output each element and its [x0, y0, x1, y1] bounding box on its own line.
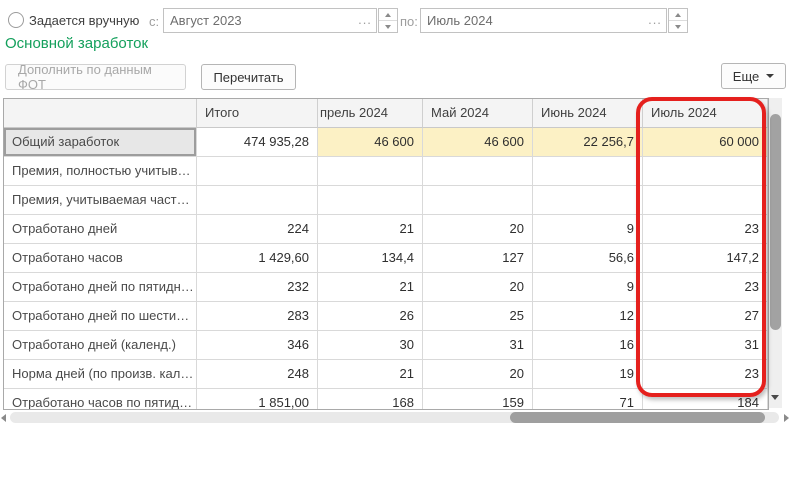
spin-up-icon[interactable] — [379, 9, 397, 21]
row-label[interactable]: Отработано дней (календ.) — [4, 331, 197, 360]
table-cell[interactable] — [423, 186, 533, 215]
period-from-field: ... — [163, 8, 377, 33]
table-cell[interactable]: 248 — [197, 360, 318, 389]
table-cell[interactable]: 127 — [423, 244, 533, 273]
table-cell[interactable]: 46 600 — [318, 128, 423, 157]
table-cell[interactable]: 23 — [643, 215, 768, 244]
table-cell[interactable]: 27 — [643, 302, 768, 331]
table-cell[interactable]: 60 000 — [643, 128, 768, 157]
section-title: Основной заработок — [5, 35, 149, 52]
table-cell[interactable]: 26 — [318, 302, 423, 331]
table-cell[interactable] — [197, 157, 318, 186]
table-cell[interactable]: 12 — [533, 302, 643, 331]
period-to-field: ... — [420, 8, 667, 33]
table-cell[interactable]: 224 — [197, 215, 318, 244]
table-cell[interactable]: 1 851,00 — [197, 389, 318, 409]
row-label[interactable]: Общий заработок — [4, 128, 197, 157]
scroll-right-arrow-icon[interactable] — [784, 414, 789, 422]
table-cell[interactable]: 20 — [423, 360, 533, 389]
vertical-scrollbar-thumb[interactable] — [770, 114, 781, 330]
row-label[interactable]: Отработано часов — [4, 244, 197, 273]
table-cell[interactable]: 159 — [423, 389, 533, 409]
table-cell[interactable]: 23 — [643, 273, 768, 302]
table-cell[interactable]: 283 — [197, 302, 318, 331]
table-cell[interactable] — [643, 157, 768, 186]
period-to-label: по: — [400, 14, 418, 29]
spin-up-icon[interactable] — [669, 9, 687, 21]
table-cell[interactable]: 21 — [318, 215, 423, 244]
table-cell[interactable] — [423, 157, 533, 186]
row-label[interactable]: Премия, полностью учитываемая — [4, 157, 197, 186]
manual-period-radio[interactable] — [8, 12, 24, 28]
table-cell[interactable] — [197, 186, 318, 215]
table-cell[interactable]: 31 — [423, 331, 533, 360]
period-to-input[interactable] — [421, 10, 644, 31]
row-label[interactable]: Отработано дней по пятидневной … — [4, 273, 197, 302]
row-label[interactable]: Норма дней (по произв. календар… — [4, 360, 197, 389]
row-label[interactable]: Отработано дней по шестидневно… — [4, 302, 197, 331]
manual-period-radio-label[interactable]: Задается вручную — [29, 13, 139, 28]
column-header: прель 2024 — [318, 99, 423, 128]
earnings-table: Итого прель 2024 Май 2024 Июнь 2024 Июль 202… — [4, 99, 768, 409]
table-cell[interactable]: 232 — [197, 273, 318, 302]
table-cell[interactable]: 71 — [533, 389, 643, 409]
column-header: Май 2024 — [423, 99, 533, 128]
row-label[interactable]: Отработано дней — [4, 215, 197, 244]
table-cell[interactable] — [318, 186, 423, 215]
table-cell[interactable]: 30 — [318, 331, 423, 360]
horizontal-scrollbar-thumb[interactable] — [510, 412, 765, 423]
period-from-choose-button[interactable]: ... — [354, 9, 376, 32]
table-cell[interactable]: 9 — [533, 215, 643, 244]
spin-down-icon[interactable] — [669, 21, 687, 32]
horizontal-scrollbar[interactable] — [0, 411, 791, 424]
period-to-spinner — [668, 8, 688, 33]
table-cell[interactable]: 1 429,60 — [197, 244, 318, 273]
column-header: Июнь 2024 — [533, 99, 643, 128]
payroll-period-panel: Задается вручную с: ... по: ... Основной… — [0, 0, 791, 502]
table-cell[interactable]: 20 — [423, 215, 533, 244]
column-header: Итого — [197, 99, 318, 128]
table-cell[interactable]: 184 — [643, 389, 768, 409]
period-from-label: с: — [149, 14, 160, 29]
table-cell[interactable] — [318, 157, 423, 186]
table-cell[interactable]: 16 — [533, 331, 643, 360]
column-header: Июль 2024 — [643, 99, 768, 128]
reread-button[interactable]: Перечитать — [201, 64, 296, 90]
table-cell[interactable]: 147,2 — [643, 244, 768, 273]
table-cell[interactable]: 31 — [643, 331, 768, 360]
more-button-label: Еще — [732, 68, 760, 84]
period-from-input[interactable] — [164, 10, 354, 31]
table-cell[interactable]: 20 — [423, 273, 533, 302]
earnings-table-wrap: Итого прель 2024 Май 2024 Июнь 2024 Июль 202… — [3, 98, 769, 410]
table-cell[interactable]: 346 — [197, 331, 318, 360]
table-cell[interactable] — [643, 186, 768, 215]
row-label[interactable]: Отработано часов по пятидневно… — [4, 389, 197, 409]
table-cell[interactable]: 21 — [318, 360, 423, 389]
table-cell[interactable] — [533, 186, 643, 215]
scroll-down-arrow-icon[interactable] — [771, 395, 779, 400]
vertical-scrollbar[interactable] — [769, 98, 782, 408]
period-to-choose-button[interactable]: ... — [644, 9, 666, 32]
scroll-left-arrow-icon[interactable] — [1, 414, 6, 422]
table-cell[interactable]: 19 — [533, 360, 643, 389]
table-cell[interactable]: 9 — [533, 273, 643, 302]
table-cell[interactable]: 22 256,7 — [533, 128, 643, 157]
spin-down-icon[interactable] — [379, 21, 397, 32]
row-label[interactable]: Премия, учитываемая частично — [4, 186, 197, 215]
table-cell[interactable]: 56,6 — [533, 244, 643, 273]
table-cell[interactable] — [533, 157, 643, 186]
corner-header — [4, 99, 197, 128]
table-cell[interactable]: 46 600 — [423, 128, 533, 157]
table-cell[interactable]: 23 — [643, 360, 768, 389]
period-from-spinner — [378, 8, 398, 33]
table-cell[interactable]: 168 — [318, 389, 423, 409]
horizontal-scrollbar-track[interactable] — [10, 412, 779, 423]
table-cell[interactable]: 474 935,28 — [197, 128, 318, 157]
more-button[interactable]: Еще — [721, 63, 786, 89]
chevron-down-icon — [766, 74, 775, 78]
table-cell[interactable]: 134,4 — [318, 244, 423, 273]
table-cell[interactable]: 21 — [318, 273, 423, 302]
fill-from-fot-button[interactable]: Дополнить по данным ФОТ — [5, 62, 186, 92]
table-cell[interactable]: 25 — [423, 302, 533, 331]
